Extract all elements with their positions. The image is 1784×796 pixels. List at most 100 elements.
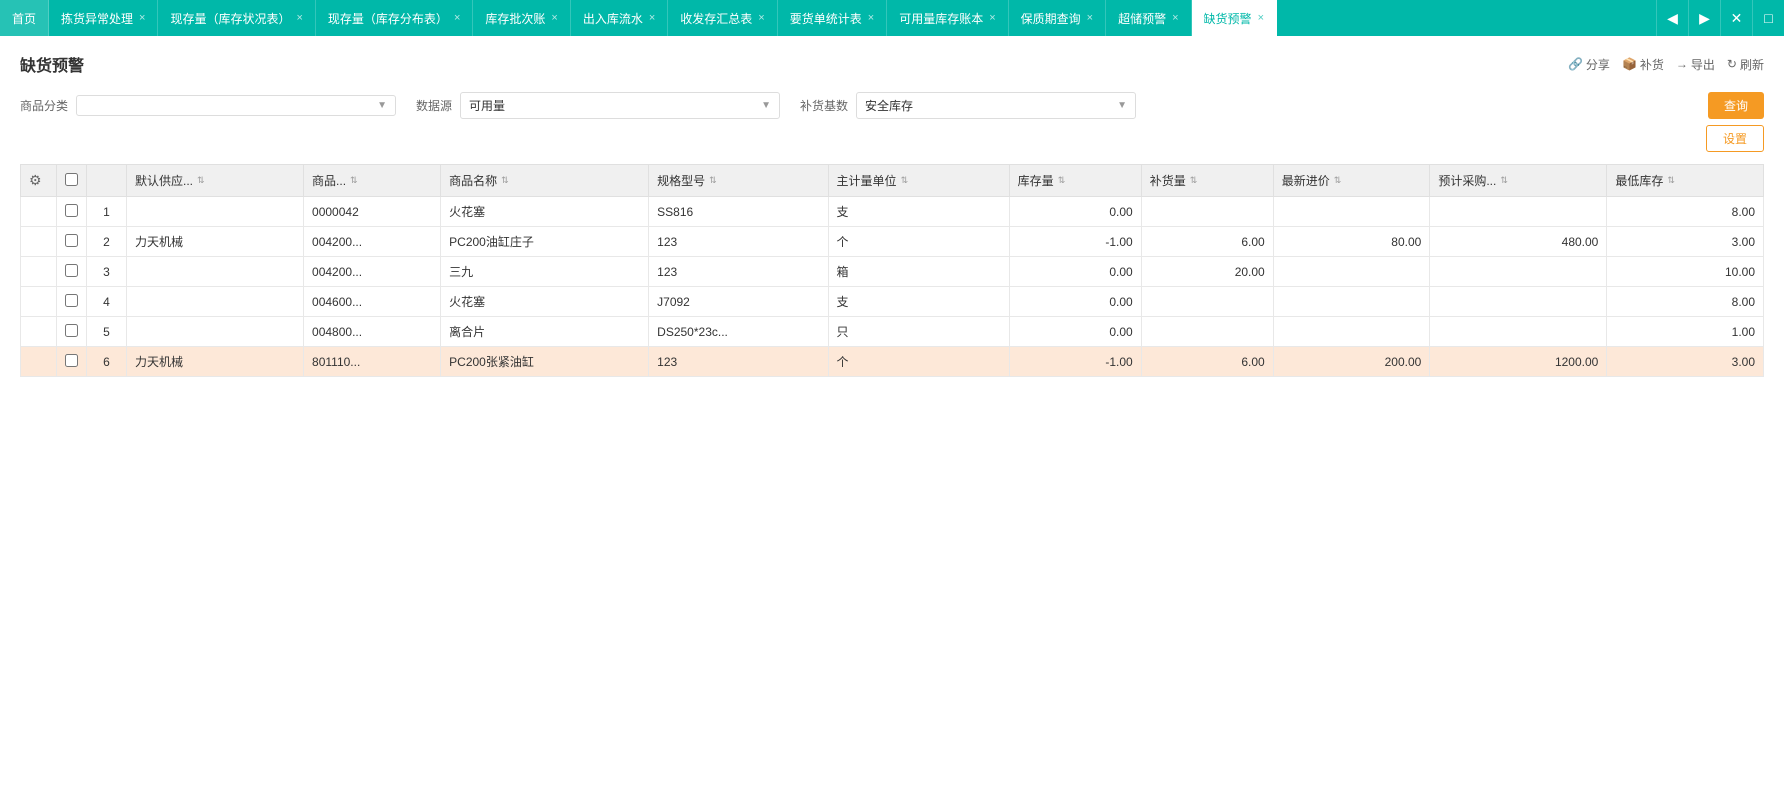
- close-icon[interactable]: ×: [139, 12, 145, 24]
- replenish-button[interactable]: 📦 补货: [1622, 56, 1664, 73]
- column-index: [87, 165, 127, 197]
- row-unit: 支: [828, 197, 1009, 227]
- column-unit[interactable]: 主计量单位 ⇅: [828, 165, 1009, 197]
- datasource-select[interactable]: 可用量 ▼: [460, 92, 780, 119]
- export-icon: →: [1676, 57, 1688, 71]
- close-icon[interactable]: ×: [551, 12, 557, 24]
- close-icon[interactable]: ×: [296, 12, 302, 24]
- row-index: 5: [87, 317, 127, 347]
- nav-next-button[interactable]: ▶: [1688, 0, 1720, 36]
- nav-prev-button[interactable]: ◀: [1656, 0, 1688, 36]
- row-gear-cell: [21, 317, 57, 347]
- sort-icon: ⇅: [350, 175, 358, 186]
- row-supplier: [127, 257, 304, 287]
- column-name[interactable]: 商品名称 ⇅: [441, 165, 649, 197]
- category-select[interactable]: ▼: [76, 95, 396, 116]
- column-select-all[interactable]: [57, 165, 87, 197]
- column-gear[interactable]: ⚙: [21, 165, 57, 197]
- filter-row: 商品分类 ▼ 数据源 可用量 ▼ 补货基数: [20, 92, 1706, 119]
- nav-item-stock-dist[interactable]: 现存量（库存分布表） ×: [316, 0, 473, 36]
- close-icon[interactable]: ×: [1087, 12, 1093, 24]
- query-button[interactable]: 查询: [1708, 92, 1764, 119]
- sort-icon: ⇅: [709, 175, 717, 186]
- datasource-label: 数据源: [416, 97, 452, 114]
- nav-fullscreen-button[interactable]: □: [1752, 0, 1784, 36]
- export-button[interactable]: → 导出: [1676, 56, 1715, 73]
- nav-close-button[interactable]: ✕: [1720, 0, 1752, 36]
- table-row: 2 力天机械 004200... PC200油缸庄子 123 个 -1.00 6…: [21, 227, 1764, 257]
- column-price[interactable]: 最新进价 ⇅: [1273, 165, 1430, 197]
- close-icon[interactable]: ×: [758, 12, 764, 24]
- column-replenish[interactable]: 补货量 ⇅: [1141, 165, 1273, 197]
- row-checkbox-cell[interactable]: [57, 317, 87, 347]
- share-button[interactable]: 🔗 分享: [1568, 56, 1610, 73]
- nav-item-picking[interactable]: 拣货异常处理 ×: [49, 0, 158, 36]
- row-min-stock: 10.00: [1607, 257, 1764, 287]
- close-icon[interactable]: ×: [454, 12, 460, 24]
- nav-item-summary[interactable]: 收发存汇总表 ×: [668, 0, 777, 36]
- settings-button[interactable]: 设置: [1706, 125, 1764, 152]
- nav-item-batch[interactable]: 库存批次账 ×: [473, 0, 570, 36]
- row-checkbox-cell[interactable]: [57, 197, 87, 227]
- row-index: 2: [87, 227, 127, 257]
- row-spec: 123: [649, 347, 828, 377]
- replenish-label: 补货基数: [800, 97, 848, 114]
- row-checkbox-cell[interactable]: [57, 287, 87, 317]
- row-supplier: [127, 197, 304, 227]
- replenish-select[interactable]: 安全库存 ▼: [856, 92, 1136, 119]
- table-row: 6 力天机械 801110... PC200张紧油缸 123 个 -1.00 6…: [21, 347, 1764, 377]
- row-replenish: 6.00: [1141, 347, 1273, 377]
- row-checkbox[interactable]: [65, 204, 78, 217]
- select-all-checkbox[interactable]: [65, 173, 78, 186]
- close-icon[interactable]: ×: [868, 12, 874, 24]
- close-icon[interactable]: ×: [649, 12, 655, 24]
- refresh-button[interactable]: ↻ 刷新: [1727, 56, 1764, 73]
- row-checkbox[interactable]: [65, 264, 78, 277]
- row-checkbox[interactable]: [65, 294, 78, 307]
- category-label: 商品分类: [20, 97, 68, 114]
- row-checkbox[interactable]: [65, 234, 78, 247]
- share-label: 分享: [1586, 56, 1610, 73]
- nav-item-order-stat[interactable]: 要货单统计表 ×: [778, 0, 887, 36]
- close-icon[interactable]: ×: [1172, 12, 1178, 24]
- row-spec: SS816: [649, 197, 828, 227]
- row-unit: 只: [828, 317, 1009, 347]
- row-stock: -1.00: [1009, 347, 1141, 377]
- row-checkbox[interactable]: [65, 324, 78, 337]
- row-checkbox-cell[interactable]: [57, 227, 87, 257]
- row-min-stock: 8.00: [1607, 197, 1764, 227]
- page-header: 缺货预警 🔗 分享 📦 补货 → 导出 ↻ 刷新: [20, 52, 1764, 76]
- row-checkbox[interactable]: [65, 354, 78, 367]
- nav-item-shortage[interactable]: 缺货预警 ×: [1192, 0, 1277, 36]
- row-gear-cell: [21, 197, 57, 227]
- close-icon[interactable]: ×: [1258, 12, 1264, 24]
- column-code[interactable]: 商品... ⇅: [304, 165, 441, 197]
- sort-icon: ⇅: [901, 175, 909, 186]
- column-spec[interactable]: 规格型号 ⇅: [649, 165, 828, 197]
- main-content: 缺货预警 🔗 分享 📦 补货 → 导出 ↻ 刷新: [0, 36, 1784, 796]
- nav-item-available[interactable]: 可用量库存账本 ×: [887, 0, 1008, 36]
- column-stock[interactable]: 库存量 ⇅: [1009, 165, 1141, 197]
- gear-icon[interactable]: ⚙: [29, 172, 42, 188]
- row-stock: 0.00: [1009, 317, 1141, 347]
- nav-item-home[interactable]: 首页: [0, 0, 49, 36]
- column-min-stock[interactable]: 最低库存 ⇅: [1607, 165, 1764, 197]
- column-supplier[interactable]: 默认供应... ⇅: [127, 165, 304, 197]
- nav-item-stock-status[interactable]: 现存量（库存状况表） ×: [158, 0, 315, 36]
- nav-item-overstock[interactable]: 超储预警 ×: [1106, 0, 1191, 36]
- row-est-purchase: [1430, 197, 1607, 227]
- filter-section: 商品分类 ▼ 数据源 可用量 ▼ 补货基数: [20, 92, 1764, 152]
- row-name: 火花塞: [441, 197, 649, 227]
- chevron-down-icon: ▼: [377, 100, 387, 111]
- row-checkbox-cell[interactable]: [57, 347, 87, 377]
- row-index: 3: [87, 257, 127, 287]
- row-checkbox-cell[interactable]: [57, 257, 87, 287]
- column-est-purchase[interactable]: 预计采购... ⇅: [1430, 165, 1607, 197]
- filters-container: 商品分类 ▼ 数据源 可用量 ▼ 补货基数: [20, 92, 1706, 127]
- row-est-purchase: [1430, 287, 1607, 317]
- close-icon[interactable]: ×: [989, 12, 995, 24]
- nav-item-flow[interactable]: 出入库流水 ×: [571, 0, 668, 36]
- sort-icon: ⇅: [1667, 175, 1675, 186]
- row-code: 801110...: [304, 347, 441, 377]
- nav-item-expiry[interactable]: 保质期查询 ×: [1009, 0, 1106, 36]
